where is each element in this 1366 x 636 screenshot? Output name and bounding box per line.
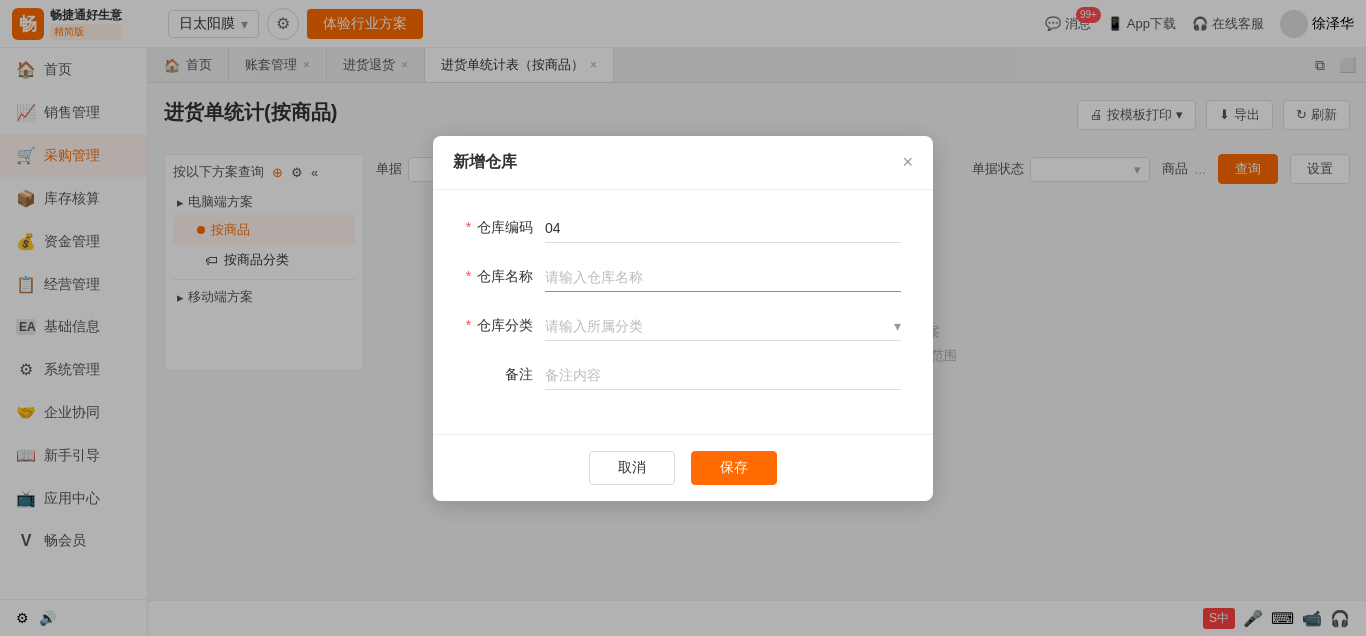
form-row-remark: 备注 [465, 361, 901, 390]
dialog-title: 新增仓库 [453, 152, 517, 173]
save-button[interactable]: 保存 [691, 451, 777, 485]
cancel-button[interactable]: 取消 [589, 451, 675, 485]
dialog-header: 新增仓库 × [433, 136, 933, 190]
category-label: * 仓库分类 [465, 317, 545, 335]
dialog-body: * 仓库编码 * 仓库名称 * 仓库分类 [433, 190, 933, 434]
name-label: * 仓库名称 [465, 268, 545, 286]
name-input[interactable] [545, 263, 901, 292]
remark-label: 备注 [465, 366, 545, 384]
dialog-footer: 取消 保存 [433, 434, 933, 501]
form-row-code: * 仓库编码 [465, 214, 901, 243]
code-input[interactable] [545, 214, 901, 243]
category-select[interactable]: ▾ [545, 312, 901, 341]
code-label: * 仓库编码 [465, 219, 545, 237]
remark-input[interactable] [545, 361, 901, 390]
dialog-close-button[interactable]: × [902, 152, 913, 173]
category-input[interactable] [545, 318, 894, 334]
form-row-name: * 仓库名称 [465, 263, 901, 292]
category-arrow-icon: ▾ [894, 318, 901, 334]
modal-overlay[interactable]: 新增仓库 × * 仓库编码 * 仓库名称 [0, 0, 1366, 636]
add-warehouse-dialog: 新增仓库 × * 仓库编码 * 仓库名称 [433, 136, 933, 501]
form-row-category: * 仓库分类 ▾ [465, 312, 901, 341]
